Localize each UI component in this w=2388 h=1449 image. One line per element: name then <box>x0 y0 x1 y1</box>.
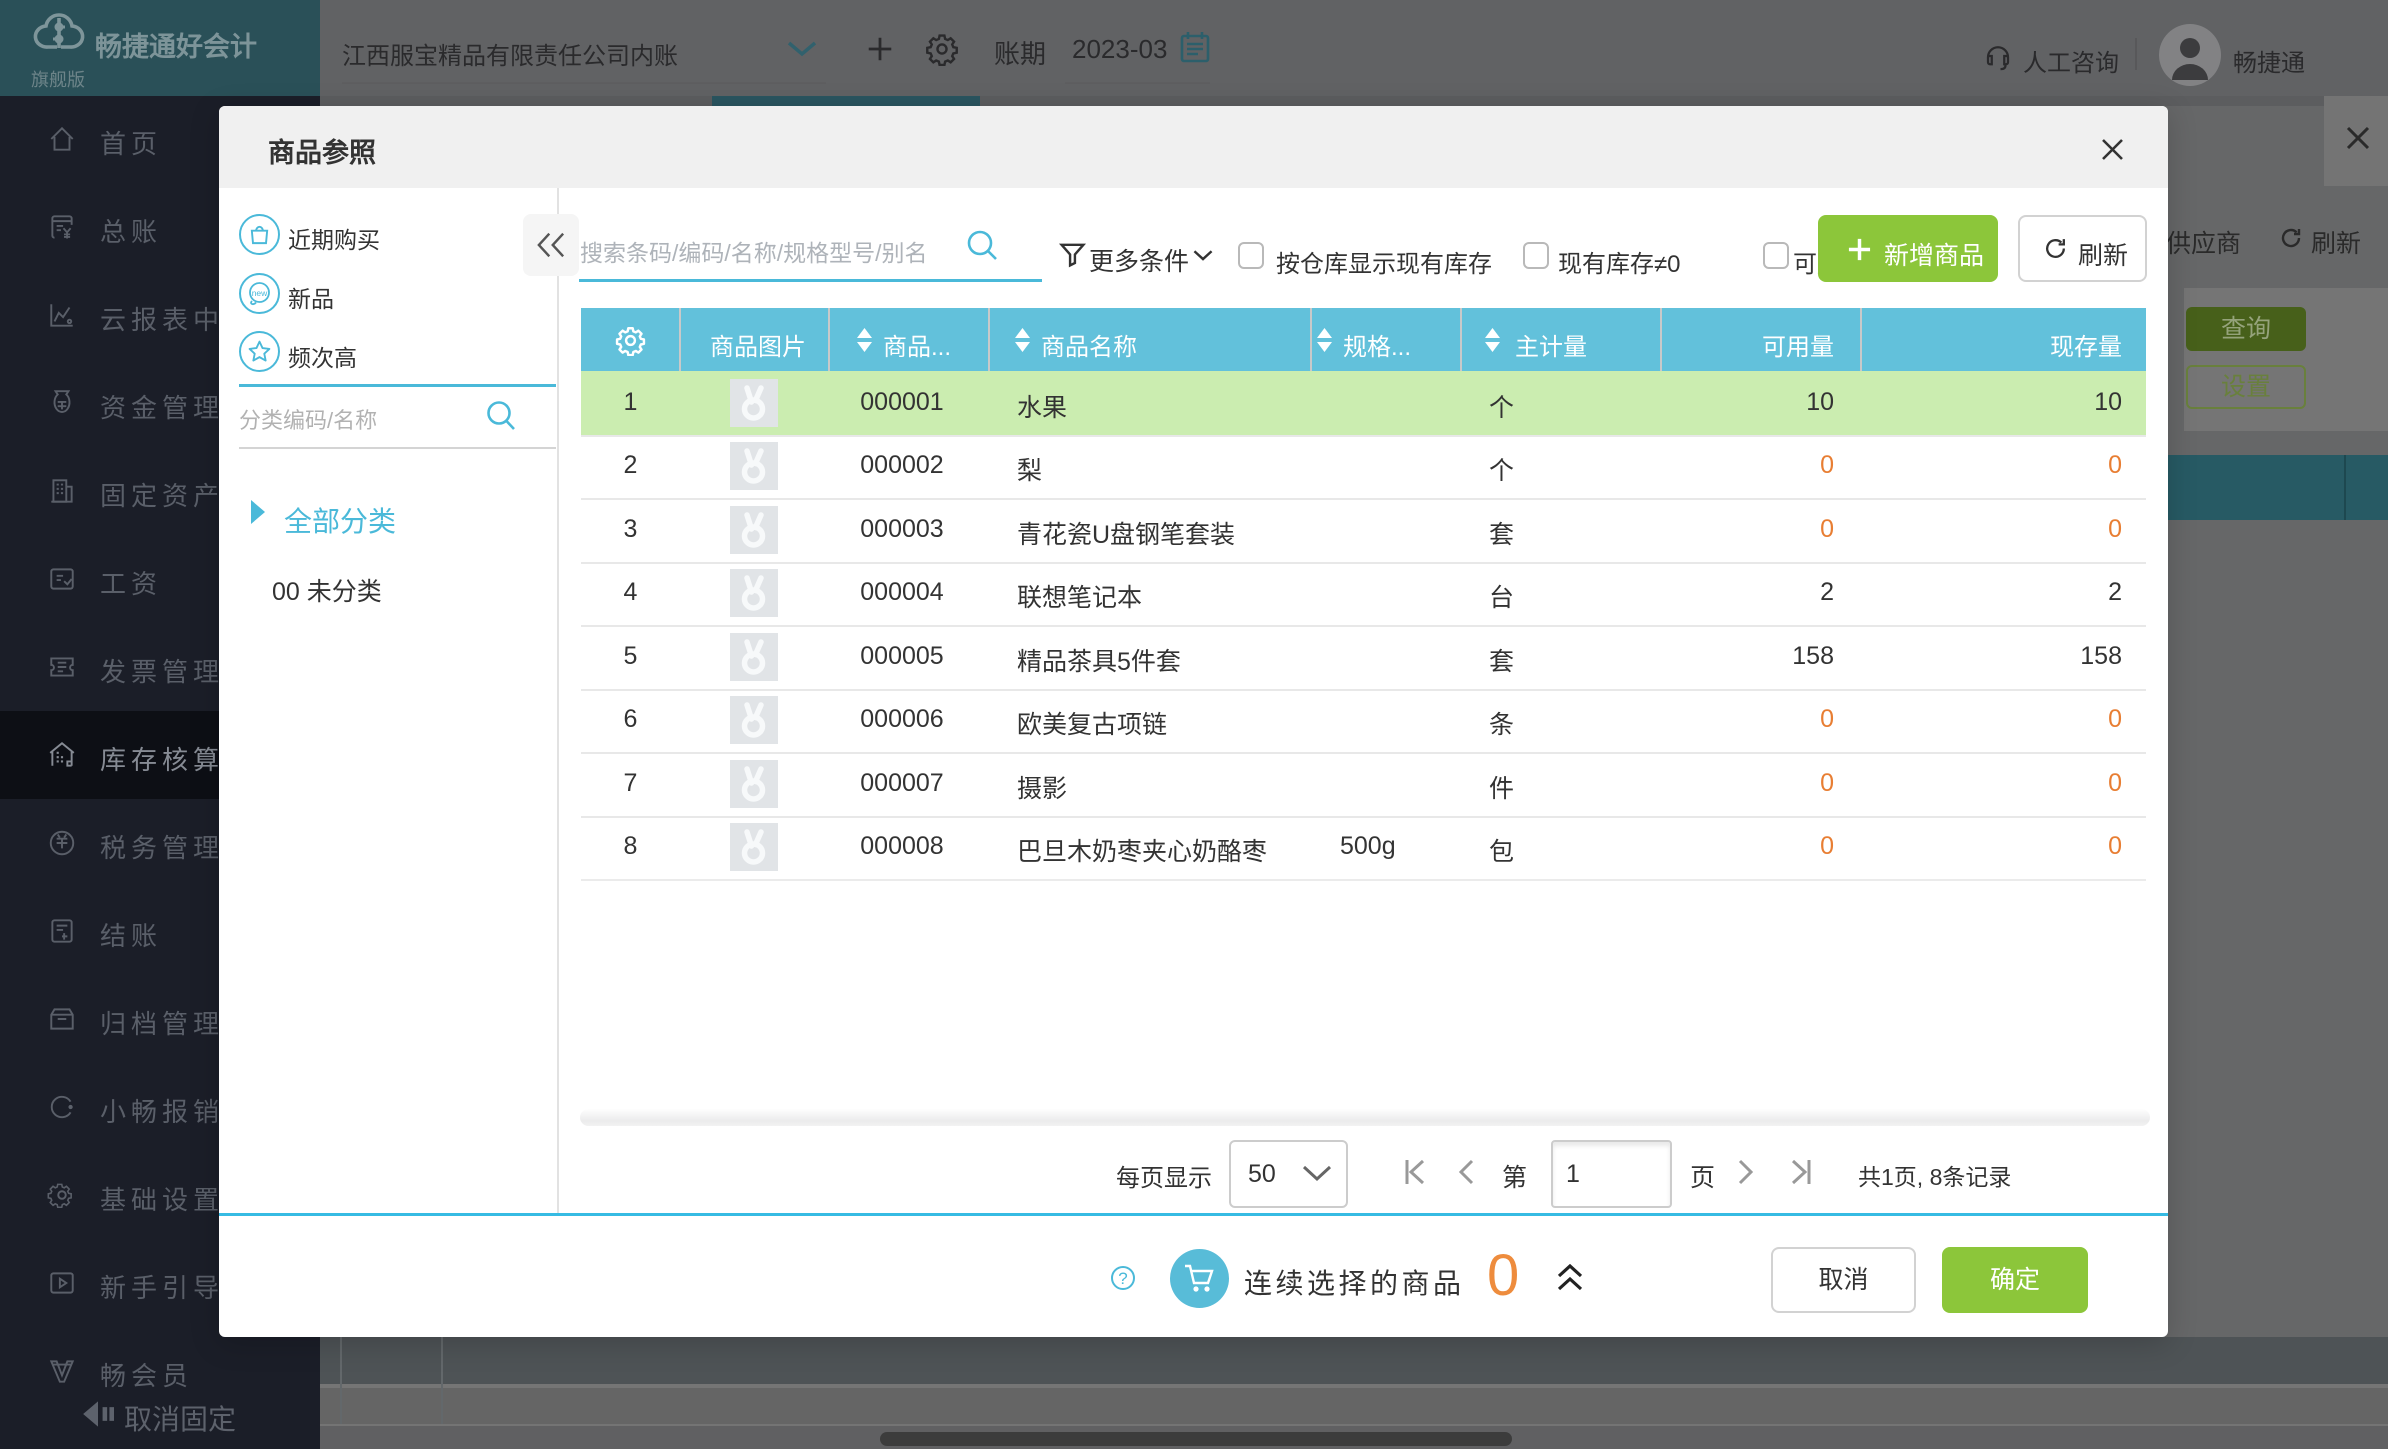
svg-text:new: new <box>252 288 268 298</box>
